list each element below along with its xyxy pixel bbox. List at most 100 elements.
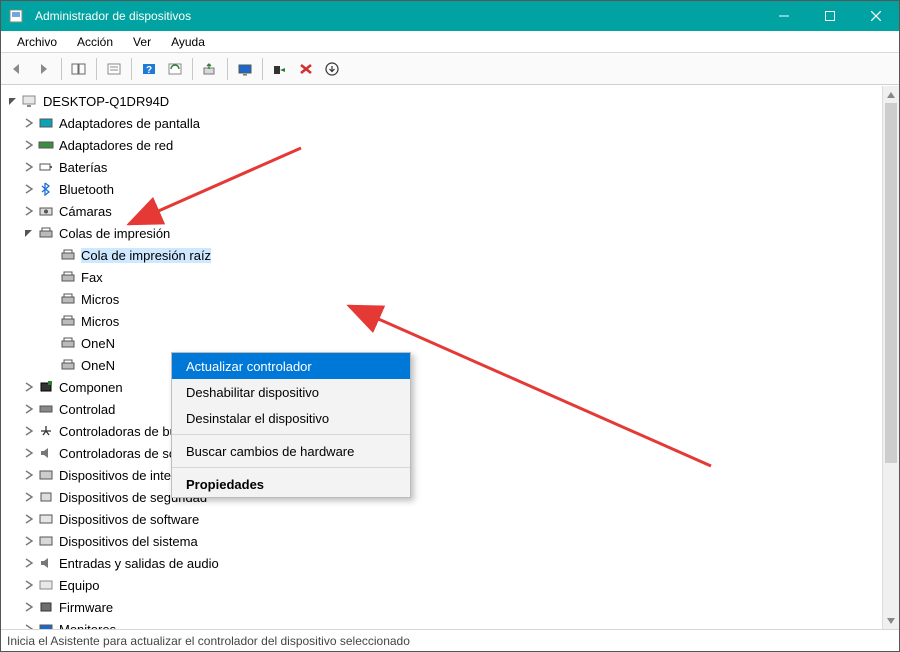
twisty-open-icon[interactable] [21,225,37,241]
tree-item-label: Equipo [59,578,99,593]
printer-icon [59,313,77,329]
help-button[interactable]: ? [136,56,162,82]
tree-item-cameras[interactable]: Cámaras [3,200,899,222]
back-button[interactable] [5,56,31,82]
twisty-closed-icon[interactable] [21,115,37,131]
twisty-closed-icon[interactable] [21,621,37,629]
context-sep [172,434,410,435]
tree-item-label: Adaptadores de pantalla [59,116,200,131]
battery-icon [37,159,55,175]
tree-item-controlad[interactable]: Controlad [3,398,899,420]
tree-item-security[interactable]: Dispositivos de seguridad [3,486,899,508]
device-tree[interactable]: DESKTOP-Q1DR94D Adaptadores de pantalla … [1,86,899,629]
context-disable-device[interactable]: Deshabilitar dispositivo [172,379,410,405]
enable-device-button[interactable] [267,56,293,82]
toolbar-sep [96,58,97,80]
tree-item-label: Cola de impresión raíz [81,248,211,263]
tree-item-audio-io[interactable]: Entradas y salidas de audio [3,552,899,574]
scan-button[interactable] [162,56,188,82]
twisty-closed-icon[interactable] [21,555,37,571]
down-button[interactable] [319,56,345,82]
vertical-scrollbar[interactable] [882,86,899,629]
scroll-thumb[interactable] [885,103,897,463]
uninstall-device-button[interactable] [293,56,319,82]
tree-item-firmware[interactable]: Firmware [3,596,899,618]
twisty-closed-icon[interactable] [21,401,37,417]
tree-item-onen2[interactable]: OneN [3,354,899,376]
menu-accion[interactable]: Acción [67,33,123,51]
toolbar-sep [192,58,193,80]
context-properties[interactable]: Propiedades [172,471,410,497]
update-driver-button[interactable] [197,56,223,82]
close-button[interactable] [853,1,899,31]
menubar: Archivo Acción Ver Ayuda [1,31,899,53]
tree-item-equipo[interactable]: Equipo [3,574,899,596]
tree-item-sound[interactable]: Controladoras de sonido y vídeo y dispos… [3,442,899,464]
tree-item-print-queues[interactable]: Colas de impresión [3,222,899,244]
tree-item-label: Firmware [59,600,113,615]
tree-item-fax[interactable]: Fax [3,266,899,288]
tree-item-label: Monitores [59,622,116,630]
menu-archivo[interactable]: Archivo [7,33,67,51]
tree-item-micros2[interactable]: Micros [3,310,899,332]
scroll-down-icon[interactable] [883,612,899,629]
show-hide-console-button[interactable] [66,56,92,82]
tree-item-system[interactable]: Dispositivos del sistema [3,530,899,552]
status-text: Inicia el Asistente para actualizar el c… [7,634,410,648]
twisty-closed-icon[interactable] [21,511,37,527]
scroll-up-icon[interactable] [883,86,899,103]
twisty-closed-icon[interactable] [21,489,37,505]
tree-item-print-root[interactable]: Cola de impresión raíz [3,244,899,266]
tree-item-network-adapters[interactable]: Adaptadores de red [3,134,899,156]
maximize-button[interactable] [807,1,853,31]
twisty-closed-icon[interactable] [21,137,37,153]
tree-item-usb-controllers[interactable]: Controladoras de bus serie universal [3,420,899,442]
tree-item-componen[interactable]: Componen [3,376,899,398]
tree-item-label: Entradas y salidas de audio [59,556,219,571]
menu-ver[interactable]: Ver [123,33,161,51]
tree-item-batteries[interactable]: Baterías [3,156,899,178]
context-scan-hardware[interactable]: Buscar cambios de hardware [172,438,410,464]
tree-item-label: Dispositivos del sistema [59,534,198,549]
context-update-driver[interactable]: Actualizar controlador [172,353,410,379]
firmware-icon [37,599,55,615]
twisty-closed-icon[interactable] [21,533,37,549]
printer-icon [59,335,77,351]
tree-item-micros1[interactable]: Micros [3,288,899,310]
printer-icon [37,225,55,241]
app-icon [7,8,25,24]
usb-icon [37,423,55,439]
tree-item-onen1[interactable]: OneN [3,332,899,354]
tree-item-bluetooth[interactable]: Bluetooth [3,178,899,200]
twisty-closed-icon[interactable] [21,467,37,483]
tree-item-software[interactable]: Dispositivos de software [3,508,899,530]
twisty-open-icon[interactable] [5,93,21,109]
twisty-closed-icon[interactable] [21,423,37,439]
forward-button[interactable] [31,56,57,82]
twisty-closed-icon[interactable] [21,159,37,175]
twisty-closed-icon[interactable] [21,181,37,197]
speaker-icon [37,445,55,461]
properties-button[interactable] [101,56,127,82]
twisty-closed-icon[interactable] [21,379,37,395]
twisty-closed-icon[interactable] [21,203,37,219]
display-adapter-icon [37,115,55,131]
tree-item-label: Micros [81,292,119,307]
tree-item-label: Bluetooth [59,182,114,197]
bluetooth-icon [37,181,55,197]
tree-item-hid[interactable]: Dispositivos de interfaz humana (HID) [3,464,899,486]
monitor-button[interactable] [232,56,258,82]
toolbar-sep [227,58,228,80]
tree-item-monitors[interactable]: Monitores [3,618,899,629]
system-icon [37,533,55,549]
statusbar: Inicia el Asistente para actualizar el c… [1,629,899,651]
context-uninstall-device[interactable]: Desinstalar el dispositivo [172,405,410,431]
tree-item-display-adapters[interactable]: Adaptadores de pantalla [3,112,899,134]
twisty-closed-icon[interactable] [21,445,37,461]
twisty-closed-icon[interactable] [21,577,37,593]
tree-item-label: DESKTOP-Q1DR94D [43,94,169,109]
tree-root[interactable]: DESKTOP-Q1DR94D [3,90,899,112]
twisty-closed-icon[interactable] [21,599,37,615]
menu-ayuda[interactable]: Ayuda [161,33,215,51]
minimize-button[interactable] [761,1,807,31]
